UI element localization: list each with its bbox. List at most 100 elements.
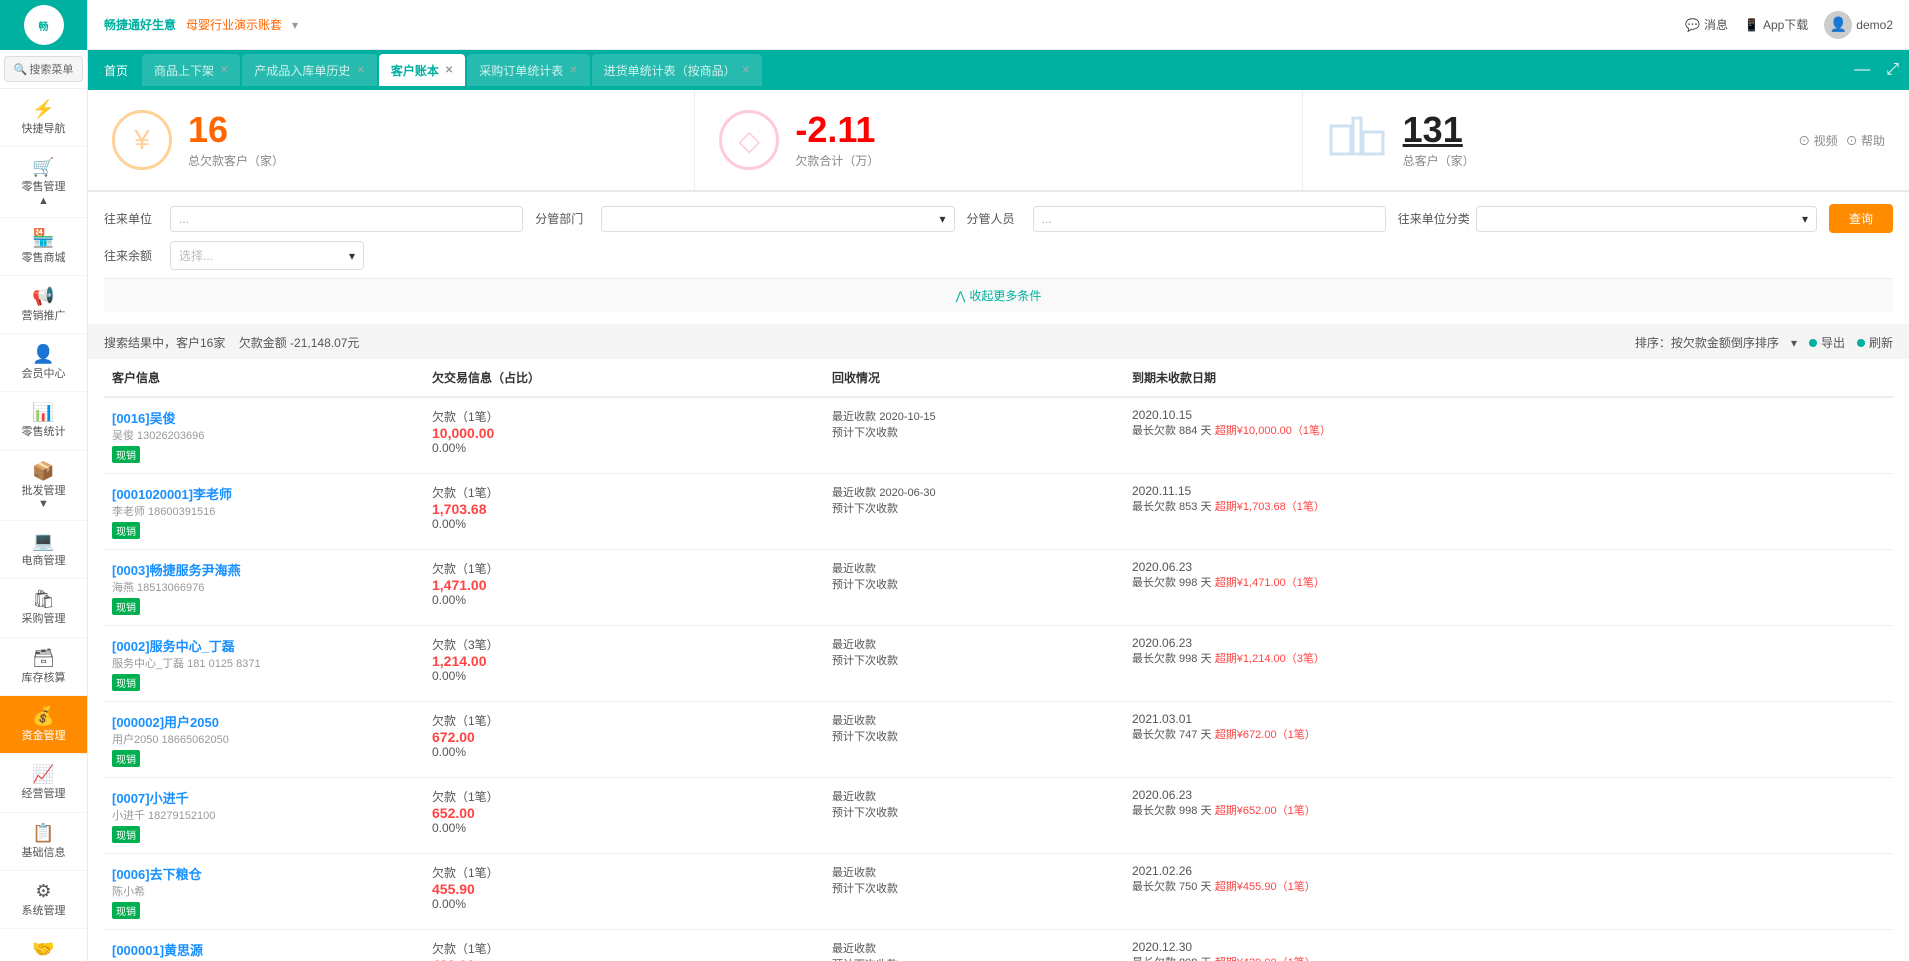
debt-amount-7[interactable]: 429.00 <box>432 957 816 961</box>
customer-name-5[interactable]: [0007]小进千 <box>112 788 416 807</box>
debt-amount-0[interactable]: 10,000.00 <box>432 425 816 441</box>
debt-amount-6[interactable]: 455.90 <box>432 881 816 897</box>
results-bar: 搜索结果中，客户16家 欠款金额 -21,148.07元 排序：按欠款金额倒序排… <box>88 326 1909 359</box>
sidebar-item-operations[interactable]: 📈 经营管理 <box>0 754 87 812</box>
overdue-amount-0[interactable]: 超期¥10,000.00（1笔） <box>1215 425 1331 437</box>
customer-name-2[interactable]: [0003]畅捷服务尹海燕 <box>112 560 416 579</box>
search-menu-area[interactable]: 🔍 搜索菜单 <box>0 50 87 89</box>
balance-placeholder: 选择... <box>179 247 213 264</box>
customer-name-1[interactable]: [0001020001]李老师 <box>112 484 416 503</box>
filter-dept-select[interactable]: ▾ <box>601 206 954 232</box>
sidebar-item-retail-stats[interactable]: 📊 零售统计 <box>0 392 87 450</box>
customer-contact-3: 服务中心_丁磊 181 0125 8371 <box>112 655 416 671</box>
table-row: [0003]畅捷服务尹海燕 海燕 18513066976 现销 欠款（1笔） 1… <box>104 550 1893 626</box>
col-recovery: 回收情况 <box>824 369 1124 386</box>
sidebar-item-wholesale[interactable]: 📦 批发管理 ▼ <box>0 451 87 521</box>
close-customer-tab[interactable]: ✕ <box>445 65 453 76</box>
debt-amount-2[interactable]: 1,471.00 <box>432 577 816 593</box>
next-label-0: 预计下次收款 <box>832 424 1116 440</box>
sidebar-item-system[interactable]: ⚙ 系统管理 <box>0 871 87 929</box>
customer-name-6[interactable]: [0006]去下粮仓 <box>112 864 416 883</box>
debt-amount-1[interactable]: 1,703.68 <box>432 501 816 517</box>
debt-total-icon: ◇ <box>719 110 779 170</box>
refresh-btn[interactable]: 刷新 <box>1857 334 1893 351</box>
filter-category-select[interactable]: ▾ <box>1476 206 1817 232</box>
tab-goods[interactable]: 商品上下架 ✕ <box>142 54 240 86</box>
debt-amount-5[interactable]: 652.00 <box>432 805 816 821</box>
sidebar-item-marketing[interactable]: 📢 营销推广 <box>0 276 87 334</box>
sidebar-item-retail-mgmt[interactable]: 🛒 零售管理 ▲ <box>0 147 87 217</box>
table-row: [000001]黄思源 黄思源 13552700226 现销 欠款（1笔） 42… <box>104 930 1893 961</box>
close-goods-tab[interactable]: ✕ <box>220 65 228 76</box>
filter-balance-select[interactable]: 选择... ▾ <box>170 241 364 270</box>
customer-name-4[interactable]: [000002]用户2050 <box>112 712 416 731</box>
debt-amount-3[interactable]: 1,214.00 <box>432 653 816 669</box>
sidebar-item-label: 基础信息 <box>22 846 66 860</box>
video-link[interactable]: ⊙ 视频 <box>1798 132 1837 149</box>
sidebar-item-finance[interactable]: 💰 资金管理 <box>0 696 87 754</box>
debt-amount-4[interactable]: 672.00 <box>432 729 816 745</box>
next-label-2: 预计下次收款 <box>832 576 1116 592</box>
customer-contact-0: 吴俊 13026203696 <box>112 427 416 443</box>
overdue-amount-3[interactable]: 超期¥1,214.00（3笔） <box>1215 653 1325 665</box>
due-date-6: 2021.02.26 <box>1132 864 1885 878</box>
overdue-amount-5[interactable]: 超期¥652.00（1笔） <box>1215 805 1316 817</box>
help-link[interactable]: ⊙ 帮助 <box>1846 132 1885 149</box>
results-actions: 排序：按欠款金额倒序排序 ▾ 导出 刷新 <box>1635 334 1893 351</box>
export-btn[interactable]: 导出 <box>1809 334 1845 351</box>
overdue-amount-2[interactable]: 超期¥1,471.00（1笔） <box>1215 577 1325 589</box>
filter-person: 分管人员 ... <box>967 206 1386 232</box>
tab-produce[interactable]: 产成品入库单历史 ✕ <box>242 54 376 86</box>
tab-purchase[interactable]: 采购订单统计表 ✕ <box>467 54 589 86</box>
total-customers-info: 131 总客户（家） <box>1403 112 1475 169</box>
filter-unit-input[interactable]: ... <box>170 206 523 232</box>
overdue-amount-4[interactable]: 超期¥672.00（1笔） <box>1215 729 1316 741</box>
customer-name-0[interactable]: [0016]吴俊 <box>112 408 416 427</box>
sidebar-item-quick-nav[interactable]: ⚡ 快捷导航 <box>0 89 87 147</box>
collapse-arrow-icon: ⋀ <box>956 289 966 303</box>
app-download-btn[interactable]: 📱 App下载 <box>1744 16 1808 33</box>
debt-count-6: 欠款（1笔） <box>432 864 816 881</box>
overdue-amount-7[interactable]: 超期¥429.00（1笔） <box>1215 957 1316 961</box>
sidebar-item-retail-store[interactable]: 🏪 零售商城 <box>0 218 87 276</box>
customer-name-3[interactable]: [0002]服务中心_丁磊 <box>112 636 416 655</box>
due-cell-7: 2020.12.30 最长欠款 808 天 超期¥429.00（1笔） <box>1124 940 1893 961</box>
tab-customer[interactable]: 客户账本 ✕ <box>379 54 465 86</box>
customer-cell-0: [0016]吴俊 吴俊 13026203696 现销 <box>104 408 424 463</box>
tabs-maximize[interactable]: ⤢ <box>1880 61 1905 79</box>
customer-name-7[interactable]: [000001]黄思源 <box>112 940 416 959</box>
collapse-area: ⋀ 收起更多条件 <box>104 278 1893 312</box>
filter-row-1: 往来单位 ... 分管部门 ▾ 分管人员 <box>104 204 1893 233</box>
sidebar-item-collab[interactable]: 🤝 企业协同 <box>0 929 87 961</box>
debt-count-2: 欠款（1笔） <box>432 560 816 577</box>
debt-percent-5: 0.00% <box>432 821 466 835</box>
sidebar-item-purchase[interactable]: 🛍 采购管理 <box>0 579 87 637</box>
user-avatar[interactable]: 👤 demo2 <box>1824 11 1893 39</box>
sidebar-item-member[interactable]: 👤 会员中心 <box>0 334 87 392</box>
sidebar-item-inventory[interactable]: 🗃 库存核算 <box>0 638 87 696</box>
close-incoming-tab[interactable]: ✕ <box>742 65 750 76</box>
overdue-amount-1[interactable]: 超期¥1,703.68（1笔） <box>1215 501 1325 513</box>
message-btn[interactable]: 💬 消息 <box>1685 16 1728 33</box>
filter-person-input[interactable]: ... <box>1033 206 1386 232</box>
sidebar-item-basic-info[interactable]: 📋 基础信息 <box>0 813 87 871</box>
close-purchase-tab[interactable]: ✕ <box>569 65 577 76</box>
tab-incoming[interactable]: 进货单统计表（按商品） ✕ <box>592 54 762 86</box>
search-menu-btn[interactable]: 🔍 搜索菜单 <box>4 56 83 82</box>
next-label-4: 预计下次收款 <box>832 728 1116 744</box>
next-label-1: 预计下次收款 <box>832 500 1116 516</box>
query-button[interactable]: 查询 <box>1829 204 1893 233</box>
tab-home[interactable]: 首页 <box>92 54 140 86</box>
collab-icon: 🤝 <box>32 939 54 960</box>
customer-cell-2: [0003]畅捷服务尹海燕 海燕 18513066976 现销 <box>104 560 424 615</box>
overdue-amount-6[interactable]: 超期¥455.90（1笔） <box>1215 881 1316 893</box>
sidebar-item-ecommerce[interactable]: 💻 电商管理 <box>0 521 87 579</box>
col-customer-info: 客户信息 <box>104 369 424 386</box>
app-logo: 畅 <box>0 0 87 50</box>
recovery-cell-4: 最近收款 预计下次收款 <box>824 712 1124 767</box>
collapse-btn[interactable]: ⋀ 收起更多条件 <box>952 283 1046 308</box>
filter-dept: 分管部门 ▾ <box>535 206 954 232</box>
tabs-minimize[interactable]: — <box>1848 61 1876 79</box>
debt-cell-4: 欠款（1笔） 672.00 0.00% <box>424 712 824 767</box>
close-produce-tab[interactable]: ✕ <box>356 65 364 76</box>
